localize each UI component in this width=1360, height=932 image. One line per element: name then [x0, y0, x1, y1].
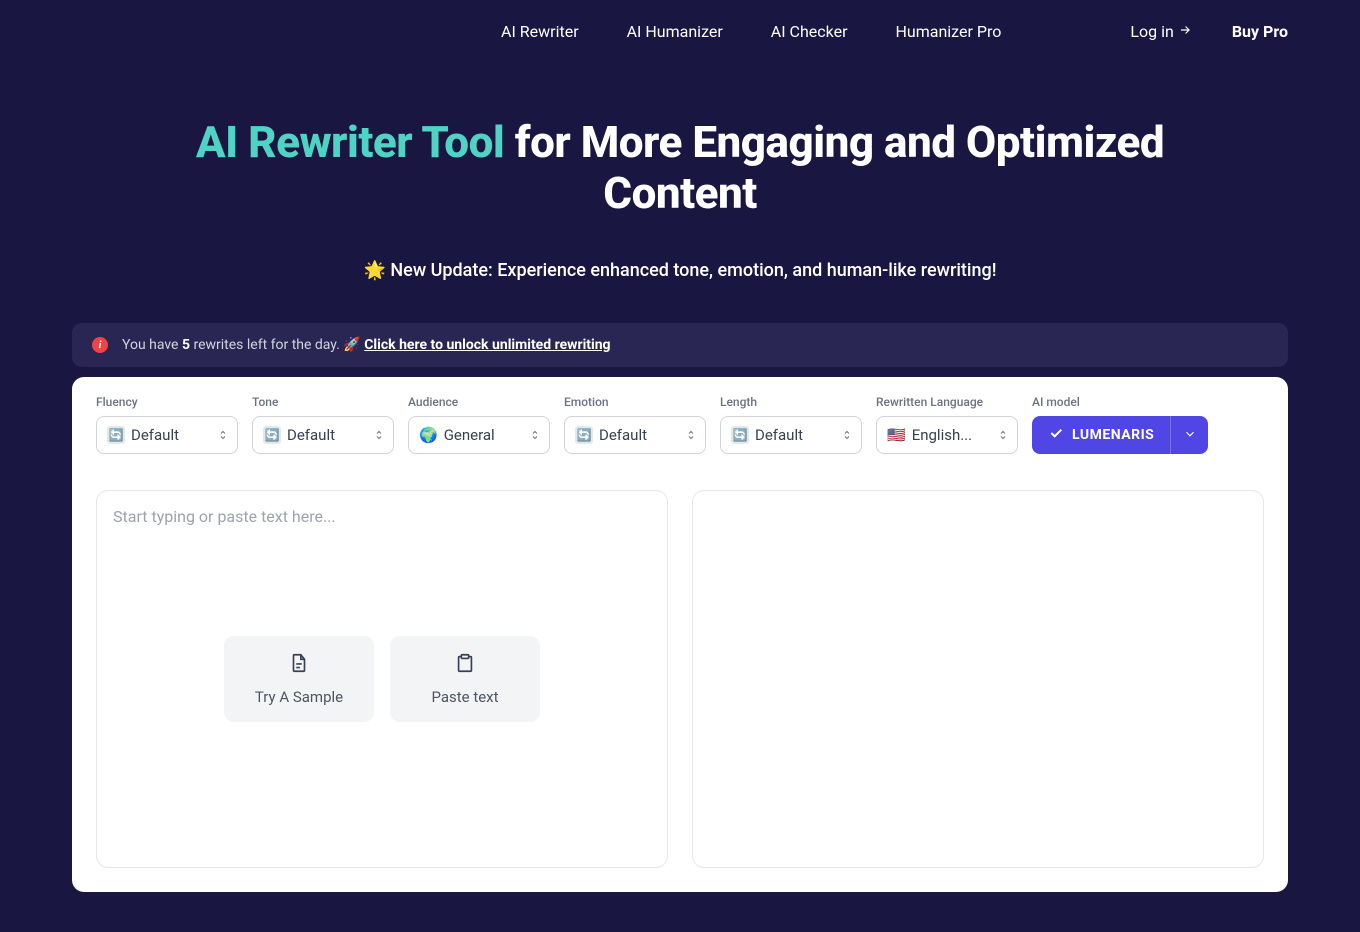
- nav-right: Log in Buy Pro: [1130, 22, 1288, 41]
- notice-count: 5: [182, 337, 190, 353]
- ai-model-button-group: LUMENARIS: [1032, 416, 1208, 454]
- ai-model-button[interactable]: LUMENARIS: [1032, 416, 1170, 454]
- ai-model-dropdown[interactable]: [1170, 416, 1208, 454]
- unlock-link[interactable]: Click here to unlock unlimited rewriting: [364, 337, 610, 353]
- title-rest: for More Engaging and Optimized Content: [504, 116, 1164, 219]
- controls-row: Fluency 🔄 Default Tone: [96, 395, 1264, 454]
- fluency-label: Fluency: [96, 395, 238, 409]
- input-placeholder: Start typing or paste text here...: [113, 507, 336, 526]
- audience-control: Audience 🌍 General: [408, 395, 550, 454]
- language-value: English...: [912, 426, 972, 444]
- usage-notice: i You have 5 rewrites left for the day. …: [72, 323, 1288, 367]
- emotion-value: Default: [599, 426, 647, 444]
- chevron-updown-icon: [685, 429, 697, 441]
- try-sample-button[interactable]: Try A Sample: [224, 636, 374, 722]
- length-select[interactable]: 🔄 Default: [720, 416, 862, 454]
- chevron-updown-icon: [373, 429, 385, 441]
- title-accent: AI Rewriter Tool: [196, 116, 504, 168]
- fluency-select[interactable]: 🔄 Default: [96, 416, 238, 454]
- output-editor: [692, 490, 1264, 868]
- login-label: Log in: [1130, 22, 1173, 41]
- arrow-right-icon: [1178, 22, 1192, 41]
- length-value: Default: [755, 426, 803, 444]
- try-sample-label: Try A Sample: [255, 688, 343, 706]
- tone-select[interactable]: 🔄 Default: [252, 416, 394, 454]
- ai-model-label: AI model: [1032, 395, 1208, 409]
- refresh-icon: 🔄: [731, 426, 749, 444]
- length-label: Length: [720, 395, 862, 409]
- headline: AI Rewriter Tool for More Engaging and O…: [0, 63, 1360, 218]
- subhead: 🌟 New Update: Experience enhanced tone, …: [0, 260, 1360, 281]
- document-icon: [288, 652, 310, 678]
- emotion-select[interactable]: 🔄 Default: [564, 416, 706, 454]
- emotion-control: Emotion 🔄 Default: [564, 395, 706, 454]
- language-label: Rewritten Language: [876, 395, 1018, 409]
- ai-model-value: LUMENARIS: [1072, 427, 1154, 443]
- refresh-icon: 🔄: [107, 426, 125, 444]
- info-icon: i: [92, 337, 108, 353]
- tone-label: Tone: [252, 395, 394, 409]
- clipboard-icon: [454, 652, 476, 678]
- tool-panel: Fluency 🔄 Default Tone: [72, 377, 1288, 892]
- tone-control: Tone 🔄 Default: [252, 395, 394, 454]
- language-control: Rewritten Language 🇺🇸 English...: [876, 395, 1018, 454]
- refresh-icon: 🔄: [575, 426, 593, 444]
- audience-label: Audience: [408, 395, 550, 409]
- ai-model-control: AI model LUMENARIS: [1032, 395, 1208, 454]
- nav-links: AI Rewriter AI Humanizer AI Checker Huma…: [501, 22, 1001, 41]
- paste-text-label: Paste text: [431, 688, 498, 706]
- chevron-updown-icon: [217, 429, 229, 441]
- nav-link-rewriter[interactable]: AI Rewriter: [501, 22, 579, 41]
- page-title: AI Rewriter Tool for More Engaging and O…: [140, 117, 1220, 218]
- login-link[interactable]: Log in: [1130, 22, 1191, 41]
- buy-pro-link[interactable]: Buy Pro: [1232, 22, 1288, 41]
- paste-text-button[interactable]: Paste text: [390, 636, 540, 722]
- nav-link-checker[interactable]: AI Checker: [771, 22, 848, 41]
- top-nav: AI Rewriter AI Humanizer AI Checker Huma…: [0, 0, 1360, 63]
- chevron-updown-icon: [841, 429, 853, 441]
- editor-row: Start typing or paste text here... Try A…: [96, 490, 1264, 868]
- audience-select[interactable]: 🌍 General: [408, 416, 550, 454]
- globe-icon: 🌍: [419, 426, 438, 444]
- length-control: Length 🔄 Default: [720, 395, 862, 454]
- check-icon: [1048, 425, 1064, 445]
- action-cards: Try A Sample Paste text: [224, 636, 540, 722]
- fluency-value: Default: [131, 426, 179, 444]
- chevron-down-icon: [1183, 426, 1197, 445]
- refresh-icon: 🔄: [263, 426, 281, 444]
- flag-icon: 🇺🇸: [887, 426, 906, 444]
- nav-link-humanizer[interactable]: AI Humanizer: [627, 22, 723, 41]
- nav-link-humanizer-pro[interactable]: Humanizer Pro: [895, 22, 1001, 41]
- fluency-control: Fluency 🔄 Default: [96, 395, 238, 454]
- emotion-label: Emotion: [564, 395, 706, 409]
- notice-text: You have 5 rewrites left for the day. 🚀 …: [122, 337, 611, 353]
- tone-value: Default: [287, 426, 335, 444]
- language-select[interactable]: 🇺🇸 English...: [876, 416, 1018, 454]
- notice-prefix: You have: [122, 337, 182, 353]
- audience-value: General: [444, 426, 495, 444]
- notice-mid: rewrites left for the day. 🚀: [190, 337, 364, 353]
- chevron-updown-icon: [997, 429, 1009, 441]
- input-editor[interactable]: Start typing or paste text here... Try A…: [96, 490, 668, 868]
- chevron-updown-icon: [529, 429, 541, 441]
